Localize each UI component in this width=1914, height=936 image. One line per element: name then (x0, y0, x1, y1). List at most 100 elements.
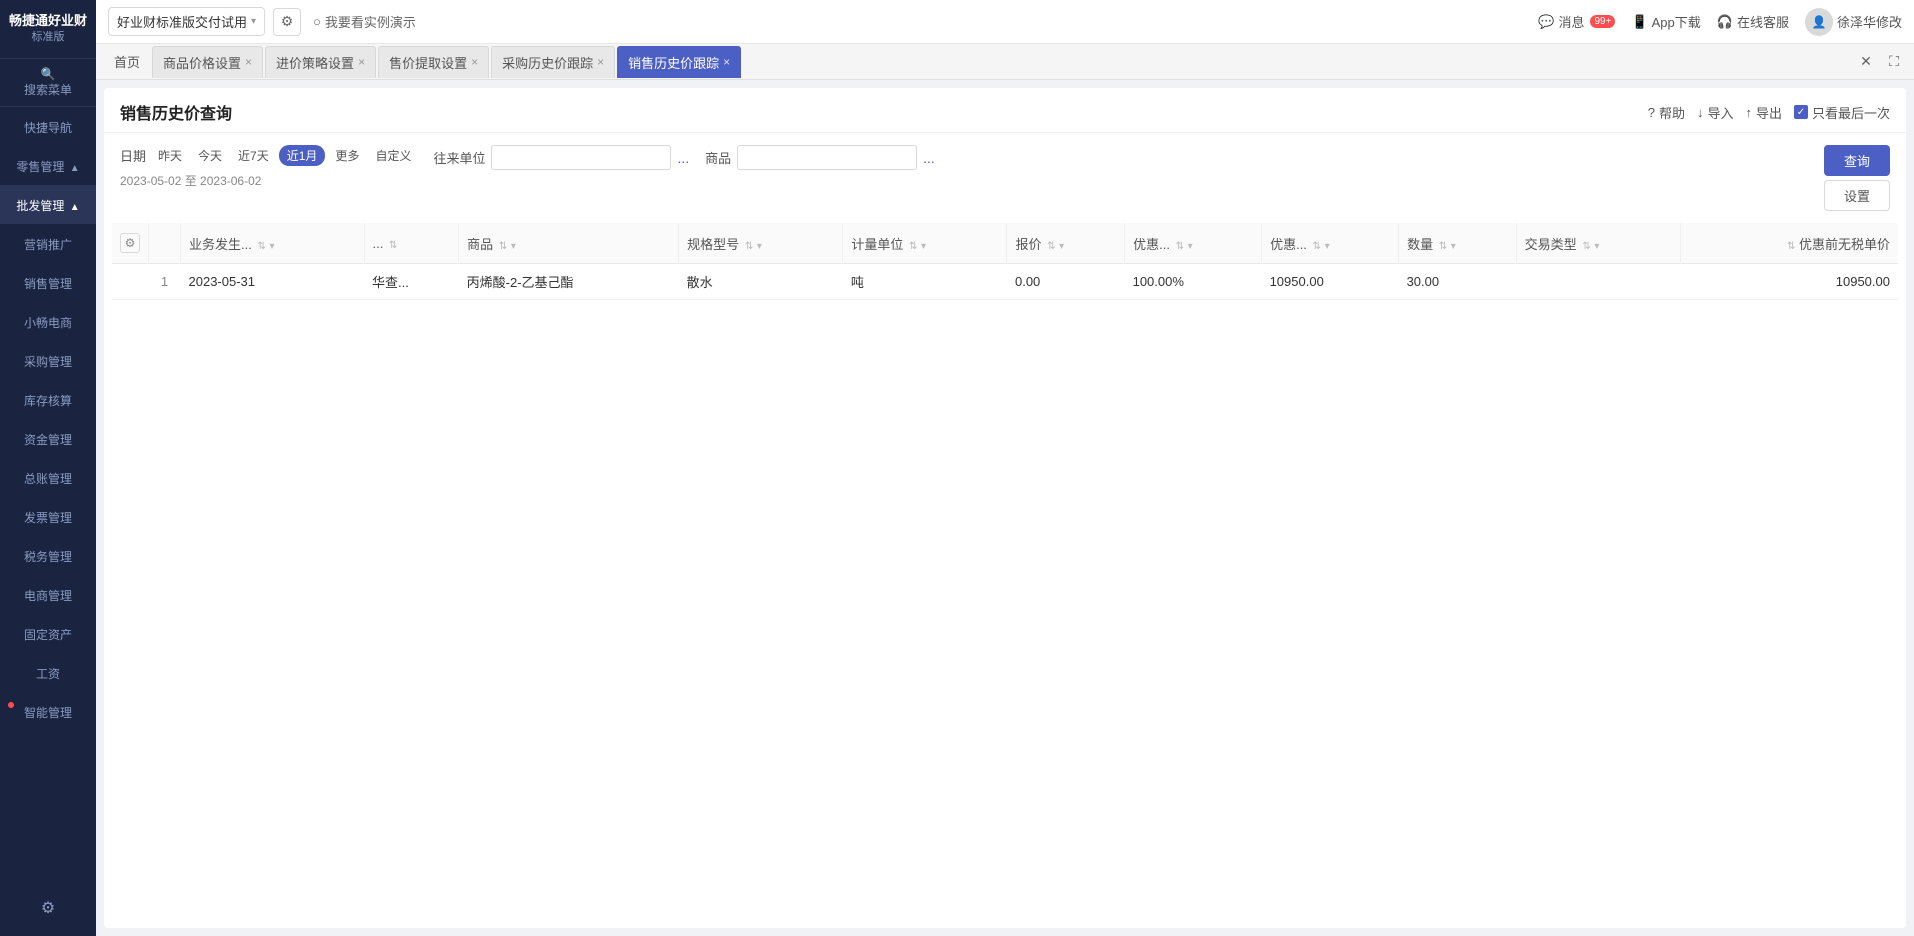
sidebar-item-sales[interactable]: 销售管理 (0, 263, 96, 302)
tab-expand-button[interactable]: ⛶ (1882, 50, 1906, 74)
col-list-price[interactable]: 报价 ⇅ ▾ (1007, 223, 1125, 264)
col-product-menu-icon[interactable]: ▾ (511, 241, 516, 252)
col-discount-price-label: 优惠... (1270, 237, 1307, 252)
col-extra[interactable]: ... ⇅ (364, 223, 459, 264)
date-btn-today[interactable]: 今天 (192, 145, 228, 166)
tab-purchase-history-label: 采购历史价跟踪 (502, 53, 593, 72)
sidebar-item-retail[interactable]: 零售管理 ▲ (0, 146, 96, 185)
date-buttons: 昨天 今天 近7天 近1月 更多 自定义 (152, 145, 417, 166)
sidebar-item-tax[interactable]: 税务管理 (0, 536, 96, 575)
sidebar-item-ledger[interactable]: 总账管理 (0, 458, 96, 497)
col-list-price-menu-icon[interactable]: ▾ (1059, 241, 1064, 252)
col-discount-rate-menu-icon[interactable]: ▾ (1188, 241, 1193, 252)
sidebar-item-finance[interactable]: 资金管理 (0, 419, 96, 458)
last-only-checkbox-label[interactable]: ✓ 只看最后一次 (1794, 103, 1890, 122)
source-unit-dots[interactable]: ... (677, 150, 689, 166)
date-btn-more[interactable]: 更多 (329, 145, 365, 166)
tab-sale-history[interactable]: 销售历史价跟踪 × (617, 46, 741, 78)
date-btn-yesterday[interactable]: 昨天 (152, 145, 188, 166)
topbar: 好业财标准版交付试用 ▾ ⚙ ○ 我要看实例演示 💬 消息 99+ 📱 App下… (96, 0, 1914, 44)
demo-label: 我要看实例演示 (325, 12, 416, 31)
sidebar-settings-button[interactable]: ⚙ (8, 888, 88, 928)
tab-purchase-strategy[interactable]: 进价策略设置 × (265, 46, 376, 78)
tab-sale-history-close[interactable]: × (723, 55, 730, 69)
col-spec[interactable]: 规格型号 ⇅ ▾ (679, 223, 843, 264)
page-header: 销售历史价查询 ? 帮助 ↓ 导入 ↑ 导出 ✓ 只看最后一次 (104, 88, 1906, 133)
tabs-bar: 首页 商品价格设置 × 进价策略设置 × 售价提取设置 × 采购历史价跟踪 × … (96, 44, 1914, 80)
sidebar-item-ecommerce[interactable]: 电商管理 (0, 575, 96, 614)
product-input[interactable] (737, 145, 917, 170)
sidebar-item-ecommerce-label: 电商管理 (4, 587, 92, 604)
data-table: ⚙ 业务发生... ⇅ ▾ ... ⇅ 商品 (112, 223, 1898, 300)
col-spec-menu-icon[interactable]: ▾ (757, 241, 762, 252)
col-unit-label: 计量单位 (851, 237, 903, 252)
col-trade-type[interactable]: 交易类型 ⇅ ▾ (1516, 223, 1680, 264)
sidebar-item-assets[interactable]: 固定资产 (0, 614, 96, 653)
demo-link[interactable]: ○ 我要看实例演示 (313, 12, 416, 31)
date-btn-custom[interactable]: 自定义 (369, 145, 417, 166)
sidebar-item-wholesale[interactable]: 批发管理 ▲ (0, 185, 96, 224)
col-unit-menu-icon[interactable]: ▾ (921, 241, 926, 252)
col-quantity-menu-icon[interactable]: ▾ (1451, 241, 1456, 252)
row-list-price: 0.00 (1007, 264, 1125, 300)
col-discount-price[interactable]: 优惠... ⇅ ▾ (1262, 223, 1399, 264)
sidebar-item-quicknav[interactable]: 快捷导航 (0, 107, 96, 146)
col-biz-date-menu-icon[interactable]: ▾ (269, 241, 274, 252)
date-range-display: 2023-05-02 至 2023-06-02 (120, 172, 417, 189)
tab-product-price-close[interactable]: × (245, 55, 252, 69)
row-product: 丙烯酸-2-乙基己酯 (459, 264, 679, 300)
row-gear-cell (112, 264, 149, 300)
col-unit[interactable]: 计量单位 ⇅ ▾ (843, 223, 1007, 264)
table-gear-icon[interactable]: ⚙ (120, 233, 140, 253)
tab-sale-extract-close[interactable]: × (471, 55, 478, 69)
import-button[interactable]: ↓ 导入 (1697, 103, 1734, 122)
sidebar-item-ecommerce-light[interactable]: 小畅电商 (0, 302, 96, 341)
sidebar-item-marketing[interactable]: 营销推广 (0, 224, 96, 263)
col-pretax-price[interactable]: ⇅ 优惠前无税单价 (1680, 223, 1898, 264)
col-discount-price-menu-icon[interactable]: ▾ (1325, 241, 1330, 252)
tab-close-button[interactable]: ✕ (1854, 50, 1878, 74)
app-download-label: App下载 (1652, 12, 1701, 31)
sidebar-item-invoice[interactable]: 发票管理 (0, 497, 96, 536)
col-trade-type-menu-icon[interactable]: ▾ (1594, 241, 1599, 252)
date-btn-7days[interactable]: 近7天 (232, 145, 275, 166)
last-only-label: 只看最后一次 (1812, 103, 1890, 122)
sidebar-item-inventory[interactable]: 库存核算 (0, 380, 96, 419)
tab-home[interactable]: 首页 (104, 46, 150, 78)
tab-sale-extract[interactable]: 售价提取设置 × (378, 46, 489, 78)
row-quantity: 30.00 (1399, 264, 1517, 300)
export-button[interactable]: ↑ 导出 (1745, 103, 1782, 122)
sidebar-item-salary[interactable]: 工资 (0, 653, 96, 692)
tab-product-price[interactable]: 商品价格设置 × (152, 46, 263, 78)
sidebar-bottom: ⚙ (0, 880, 96, 936)
online-service-button[interactable]: 🎧 在线客服 (1717, 12, 1789, 31)
app-download-button[interactable]: 📱 App下载 (1631, 12, 1700, 31)
col-product[interactable]: 商品 ⇅ ▾ (459, 223, 679, 264)
tab-purchase-strategy-close[interactable]: × (358, 55, 365, 69)
topbar-right: 💬 消息 99+ 📱 App下载 🎧 在线客服 👤 徐泽华修改 (1538, 8, 1902, 36)
date-btn-1month[interactable]: 近1月 (279, 145, 326, 166)
topbar-gear-button[interactable]: ⚙ (273, 8, 301, 36)
sidebar-item-wholesale-label: 批发管理 ▲ (4, 197, 92, 214)
col-product-sort-icon: ⇅ (499, 241, 507, 252)
tab-purchase-history-close[interactable]: × (597, 55, 604, 69)
message-button[interactable]: 💬 消息 99+ (1538, 12, 1615, 31)
filter-settings-button[interactable]: 设置 (1824, 180, 1890, 211)
export-label: 导出 (1756, 103, 1782, 122)
user-info[interactable]: 👤 徐泽华修改 (1805, 8, 1902, 36)
help-button[interactable]: ? 帮助 (1648, 103, 1685, 122)
sidebar-item-purchase[interactable]: 采购管理 (0, 341, 96, 380)
col-biz-date[interactable]: 业务发生... ⇅ ▾ (181, 223, 365, 264)
version-selector[interactable]: 好业财标准版交付试用 ▾ (108, 7, 265, 36)
product-dots[interactable]: ... (923, 150, 935, 166)
sidebar-item-smart[interactable]: 智能管理 (0, 692, 96, 731)
col-discount-rate[interactable]: 优惠... ⇅ ▾ (1125, 223, 1262, 264)
last-only-checkbox[interactable]: ✓ (1794, 105, 1808, 119)
sidebar-item-retail-label: 零售管理 ▲ (4, 158, 92, 175)
col-discount-rate-sort-icon: ⇅ (1176, 241, 1184, 252)
tab-purchase-history[interactable]: 采购历史价跟踪 × (491, 46, 615, 78)
query-button[interactable]: 查询 (1824, 145, 1890, 176)
col-quantity[interactable]: 数量 ⇅ ▾ (1399, 223, 1517, 264)
source-unit-input[interactable] (491, 145, 671, 170)
sidebar-search[interactable]: 🔍 搜索菜单 (0, 59, 96, 107)
